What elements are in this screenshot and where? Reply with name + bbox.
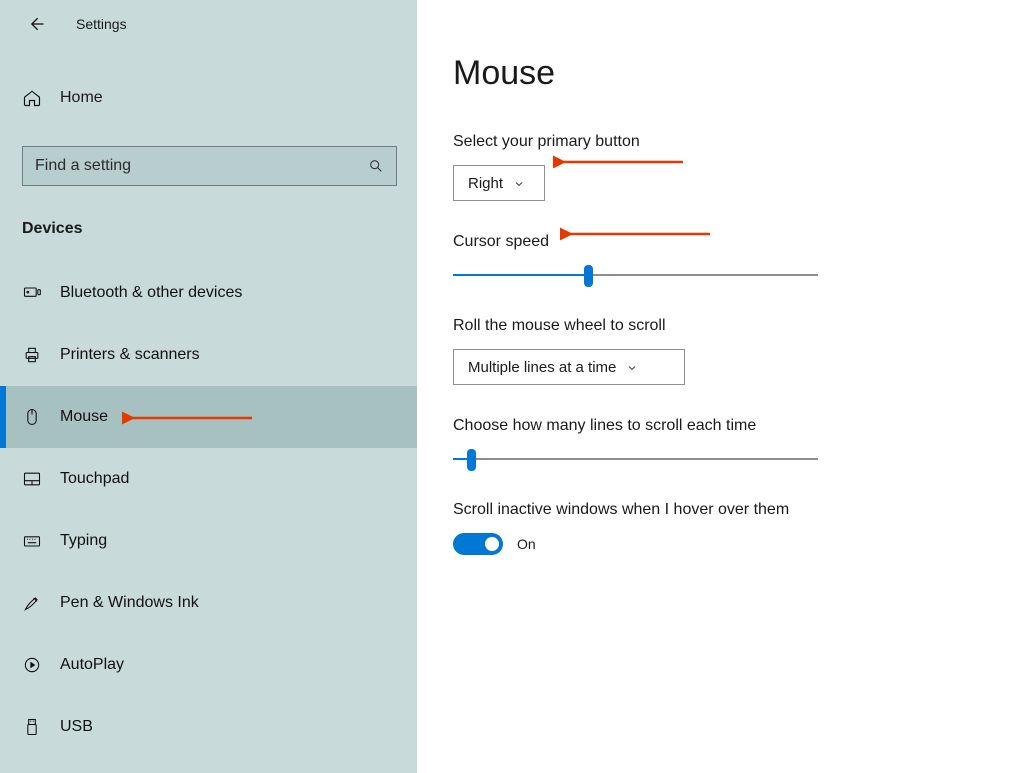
nav-item-autoplay[interactable]: AutoPlay xyxy=(0,634,417,696)
touchpad-icon xyxy=(22,469,42,489)
page-title: Mouse xyxy=(453,54,988,93)
search-icon xyxy=(368,158,384,174)
printer-icon xyxy=(22,345,42,365)
search-box[interactable] xyxy=(22,146,397,186)
chevron-down-icon xyxy=(626,361,638,373)
hover-toggle[interactable] xyxy=(453,533,503,555)
setting-label: Select your primary button xyxy=(453,133,988,151)
setting-roll: Roll the mouse wheel to scroll Multiple … xyxy=(453,317,988,385)
nav-item-mouse[interactable]: Mouse xyxy=(0,386,417,448)
toggle-state: On xyxy=(517,536,536,552)
roll-dropdown[interactable]: Multiple lines at a time xyxy=(453,349,685,385)
autoplay-icon xyxy=(22,655,42,675)
nav-home-label: Home xyxy=(60,89,103,107)
dropdown-value: Right xyxy=(468,175,503,192)
cursor-speed-slider[interactable] xyxy=(453,265,818,267)
nav-item-printers[interactable]: Printers & scanners xyxy=(0,324,417,386)
sidebar-header: Settings xyxy=(0,0,417,48)
main-content: Mouse Select your primary button Right C… xyxy=(417,0,1024,773)
setting-cursor-speed: Cursor speed xyxy=(453,233,988,267)
slider-thumb[interactable] xyxy=(584,265,593,287)
setting-primary-button: Select your primary button Right xyxy=(453,133,988,201)
setting-hover: Scroll inactive windows when I hover ove… xyxy=(453,501,988,555)
keyboard-icon xyxy=(22,531,42,551)
dropdown-value: Multiple lines at a time xyxy=(468,359,616,376)
toggle-row: On xyxy=(453,533,988,555)
setting-label: Choose how many lines to scroll each tim… xyxy=(453,417,988,435)
setting-label: Roll the mouse wheel to scroll xyxy=(453,317,988,335)
nav-item-typing[interactable]: Typing xyxy=(0,510,417,572)
home-icon xyxy=(22,88,42,108)
mouse-icon xyxy=(22,407,42,427)
nav-home[interactable]: Home xyxy=(0,76,417,120)
nav-item-label: Pen & Windows Ink xyxy=(60,594,199,612)
nav-item-bluetooth[interactable]: Bluetooth & other devices xyxy=(0,262,417,324)
primary-button-dropdown[interactable]: Right xyxy=(453,165,545,201)
lines-slider[interactable] xyxy=(453,449,818,451)
nav-item-label: USB xyxy=(60,718,93,736)
slider-fill xyxy=(453,274,588,276)
nav-item-label: Printers & scanners xyxy=(60,346,200,364)
setting-lines: Choose how many lines to scroll each tim… xyxy=(453,417,988,451)
nav-item-label: Bluetooth & other devices xyxy=(60,284,242,302)
bluetooth-icon xyxy=(22,283,42,303)
back-arrow-icon[interactable] xyxy=(26,14,46,34)
slider-thumb[interactable] xyxy=(467,449,476,471)
search-input[interactable] xyxy=(35,157,368,175)
nav-item-label: Typing xyxy=(60,532,107,550)
category-title: Devices xyxy=(22,220,417,238)
nav-item-label: AutoPlay xyxy=(60,656,124,674)
usb-icon xyxy=(22,717,42,737)
chevron-down-icon xyxy=(513,177,525,189)
setting-label: Cursor speed xyxy=(453,233,988,251)
sidebar: Settings Home Devices Bluetooth & other … xyxy=(0,0,417,773)
nav-item-label: Mouse xyxy=(60,408,108,426)
nav-item-touchpad[interactable]: Touchpad xyxy=(0,448,417,510)
setting-label: Scroll inactive windows when I hover ove… xyxy=(453,501,988,519)
nav-item-usb[interactable]: USB xyxy=(0,696,417,758)
nav-item-label: Touchpad xyxy=(60,470,129,488)
nav-item-pen[interactable]: Pen & Windows Ink xyxy=(0,572,417,634)
nav-list: Bluetooth & other devices Printers & sca… xyxy=(0,262,417,758)
app-title: Settings xyxy=(76,16,127,32)
pen-icon xyxy=(22,593,42,613)
slider-track xyxy=(453,458,818,460)
